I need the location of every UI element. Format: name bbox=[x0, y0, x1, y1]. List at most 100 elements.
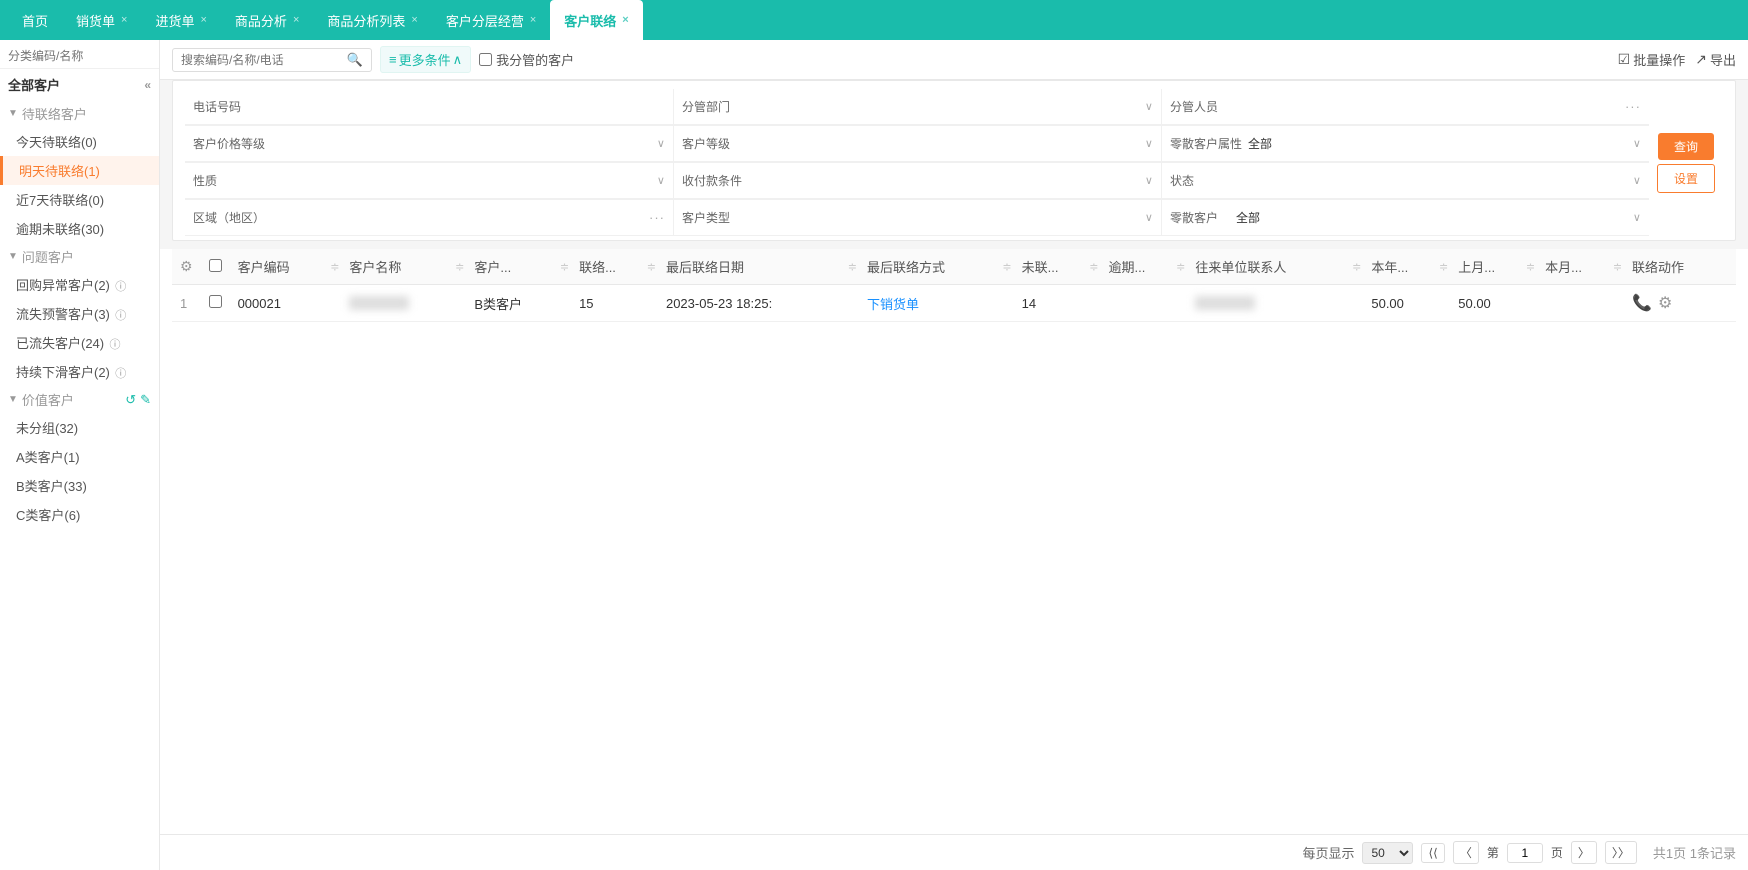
select-all-checkbox[interactable] bbox=[209, 259, 222, 272]
gear-icon[interactable]: ⚙ bbox=[180, 258, 193, 274]
filter-retail-attr-label: 零散客户属性 bbox=[1170, 135, 1242, 152]
refresh-icon[interactable]: ↺ bbox=[125, 392, 136, 408]
nav-customer-tier-label: 客户分层经营 bbox=[446, 11, 524, 30]
nav-sales[interactable]: 销货单 × bbox=[62, 0, 141, 40]
page-number-input[interactable] bbox=[1507, 843, 1543, 863]
filter-price-level-dropdown[interactable]: ∨ bbox=[657, 137, 665, 150]
sidebar-item-churned[interactable]: 已流失客户(24) ⓘ bbox=[0, 328, 159, 357]
row-more-icon[interactable]: ⚙ bbox=[1658, 293, 1672, 313]
next-page-btn[interactable]: 〉 bbox=[1571, 841, 1597, 864]
toolbar-search-icon[interactable]: 🔍 bbox=[347, 52, 363, 68]
sidebar-item-7days[interactable]: 近7天待联络(0) bbox=[0, 185, 159, 214]
my-customers-label: 我分管的客户 bbox=[496, 50, 574, 69]
toolbar-search-input[interactable] bbox=[181, 53, 347, 67]
col-customer-name[interactable]: 客户名称 bbox=[341, 249, 466, 285]
filter-region: 区域（地区） ··· bbox=[185, 200, 673, 236]
sidebar-item-abnormal-repurchase[interactable]: 回购异常客户(2) ⓘ bbox=[0, 270, 159, 299]
first-page-btn[interactable]: ⟨⟨ bbox=[1421, 843, 1444, 863]
query-button[interactable]: 查询 bbox=[1658, 133, 1714, 160]
nav-purchase-label: 进货单 bbox=[155, 11, 194, 30]
nav-home[interactable]: 首页 bbox=[8, 0, 62, 40]
filter-retail-attr-dropdown[interactable]: ∨ bbox=[1633, 137, 1641, 150]
filter-action-buttons: 查询 设置 bbox=[1649, 89, 1723, 236]
col-last-month[interactable]: 上月... bbox=[1450, 249, 1537, 285]
row-last-contact-date: 2023-05-23 18:25: bbox=[658, 285, 859, 322]
row-this-year: 50.00 bbox=[1363, 285, 1450, 322]
filter-customer-level-dropdown[interactable]: ∨ bbox=[1145, 137, 1153, 150]
edit-icon[interactable]: ✎ bbox=[140, 392, 151, 408]
filter-nature-dropdown[interactable]: ∨ bbox=[657, 174, 665, 187]
col-contact-person[interactable]: 往来单位联系人 bbox=[1187, 249, 1363, 285]
filter-retail-customer-value[interactable]: 全部 bbox=[1236, 209, 1627, 226]
sidebar-item-ungrouped[interactable]: 未分组(32) bbox=[0, 413, 159, 442]
nav-customer-tier-close[interactable]: × bbox=[530, 14, 536, 26]
sidebar-item-churn-warning[interactable]: 流失预警客户(3) ⓘ bbox=[0, 299, 159, 328]
sidebar-search-input[interactable] bbox=[8, 49, 160, 63]
nav-purchase-close[interactable]: × bbox=[200, 14, 206, 26]
col-overdue[interactable]: 逾期... bbox=[1101, 249, 1188, 285]
filter-dept-label: 分管部门 bbox=[682, 98, 742, 115]
filter-dept-dropdown[interactable]: ∨ bbox=[1145, 100, 1153, 113]
col-this-year[interactable]: 本年... bbox=[1363, 249, 1450, 285]
sidebar-item-classC[interactable]: C类客户(6) bbox=[0, 500, 159, 529]
batch-ops-btn[interactable]: ☑ 批量操作 bbox=[1618, 50, 1686, 69]
page-size-select[interactable]: 50 100 200 bbox=[1362, 842, 1413, 864]
nav-product-analysis-list-close[interactable]: × bbox=[411, 14, 417, 26]
filter-region-label: 区域（地区） bbox=[193, 209, 265, 226]
nav-product-analysis[interactable]: 商品分析 × bbox=[221, 0, 313, 40]
export-btn[interactable]: ↗ 导出 bbox=[1695, 50, 1736, 69]
filter-row-1: 电话号码 分管部门 ∨ 分管人员 ··· bbox=[185, 89, 1649, 126]
filter-content: 电话号码 分管部门 ∨ 分管人员 ··· bbox=[185, 89, 1723, 236]
more-filter-chevron: ∧ bbox=[453, 52, 463, 68]
col-contact-count[interactable]: 联络... bbox=[571, 249, 658, 285]
sidebar-collapse-icon[interactable]: « bbox=[144, 78, 151, 92]
my-customers-checkbox[interactable] bbox=[479, 53, 492, 66]
row-last-contact-link[interactable]: 下销货单 bbox=[867, 297, 919, 312]
info-icon-1: ⓘ bbox=[115, 281, 126, 293]
col-last-contact-date[interactable]: 最后联络日期 bbox=[658, 249, 859, 285]
row-select-checkbox[interactable] bbox=[209, 295, 222, 308]
sidebar-all-customers[interactable]: 全部客户 « bbox=[0, 69, 159, 100]
nav-customer-contact-close[interactable]: × bbox=[622, 14, 628, 26]
filter-region-dots[interactable]: ··· bbox=[649, 210, 665, 225]
sidebar-item-classB[interactable]: B类客户(33) bbox=[0, 471, 159, 500]
filter-phone-input[interactable] bbox=[259, 100, 665, 114]
nav-sales-close[interactable]: × bbox=[121, 14, 127, 26]
col-last-contact-method[interactable]: 最后联络方式 bbox=[859, 249, 1014, 285]
filter-retail-customer: 零散客户 全部 ∨ bbox=[1161, 200, 1649, 236]
settings-button[interactable]: 设置 bbox=[1657, 164, 1715, 193]
prev-page-btn[interactable]: 〈 bbox=[1453, 841, 1479, 864]
col-uncontacted[interactable]: 未联... bbox=[1014, 249, 1101, 285]
filter-icon: ≡ bbox=[389, 52, 397, 67]
nav-purchase[interactable]: 进货单 × bbox=[141, 0, 220, 40]
filter-person-dots[interactable]: ··· bbox=[1625, 99, 1641, 114]
filter-customer-type-dropdown[interactable]: ∨ bbox=[1145, 211, 1153, 224]
sidebar-item-tomorrow[interactable]: 明天待联络(1) bbox=[0, 156, 159, 185]
row-type: B类客户 bbox=[466, 285, 571, 322]
sidebar-item-overdue[interactable]: 逾期未联络(30) bbox=[0, 214, 159, 243]
row-this-month bbox=[1537, 285, 1624, 322]
row-phone-icon[interactable]: 📞 bbox=[1632, 293, 1652, 313]
filter-retail-attr-value[interactable]: 全部 bbox=[1248, 135, 1627, 152]
toolbar-right: ☑ 批量操作 ↗ 导出 bbox=[1618, 50, 1736, 69]
col-this-month[interactable]: 本月... bbox=[1537, 249, 1624, 285]
col-customer-type[interactable]: 客户... bbox=[466, 249, 571, 285]
filter-phone-label: 电话号码 bbox=[193, 98, 253, 115]
export-icon: ↗ bbox=[1695, 51, 1707, 68]
last-page-btn[interactable]: 〉〉 bbox=[1605, 841, 1637, 864]
more-filter-btn[interactable]: ≡ 更多条件 ∧ bbox=[380, 46, 471, 73]
filter-retail-customer-dropdown[interactable]: ∨ bbox=[1633, 211, 1641, 224]
sidebar-item-classA[interactable]: A类客户(1) bbox=[0, 442, 159, 471]
filter-status-dropdown[interactable]: ∨ bbox=[1633, 174, 1641, 187]
filter-payment-terms-dropdown[interactable]: ∨ bbox=[1145, 174, 1153, 187]
sidebar-item-today[interactable]: 今天待联络(0) bbox=[0, 127, 159, 156]
filter-status: 状态 ∨ bbox=[1161, 163, 1649, 199]
batch-ops-label: 批量操作 bbox=[1633, 50, 1685, 69]
row-contact-person bbox=[1187, 285, 1363, 322]
nav-product-analysis-close[interactable]: × bbox=[293, 14, 299, 26]
nav-product-analysis-list[interactable]: 商品分析列表 × bbox=[313, 0, 431, 40]
sidebar-item-declining[interactable]: 持续下滑客户(2) ⓘ bbox=[0, 357, 159, 386]
nav-customer-tier[interactable]: 客户分层经营 × bbox=[432, 0, 550, 40]
nav-customer-contact[interactable]: 客户联络 × bbox=[550, 0, 642, 40]
col-customer-code[interactable]: 客户编码 bbox=[230, 249, 342, 285]
